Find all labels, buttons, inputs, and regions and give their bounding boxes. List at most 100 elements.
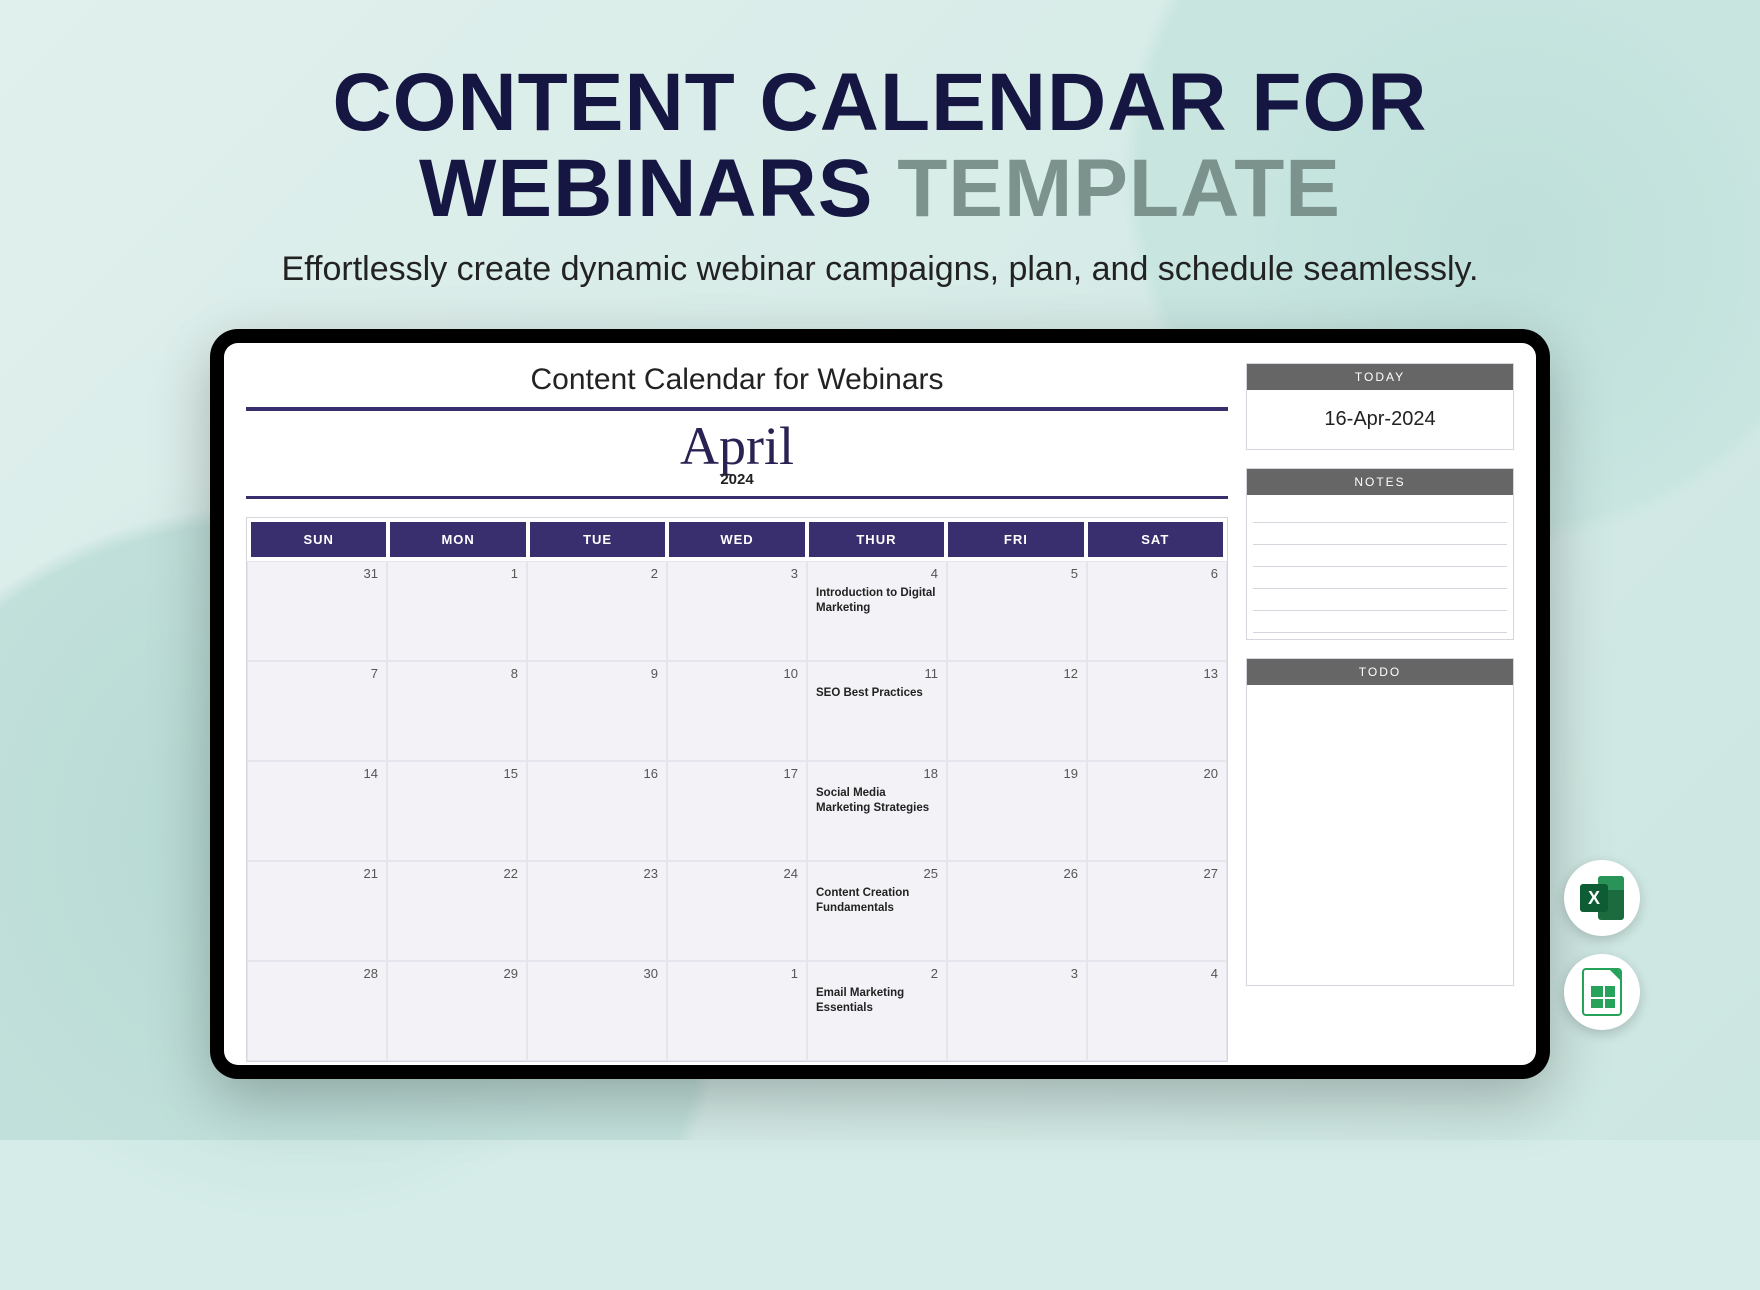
cell-event: Introduction to Digital Marketing [816, 586, 938, 615]
divider [246, 407, 1228, 411]
calendar-cell[interactable]: 5 [947, 561, 1087, 661]
calendar-cell[interactable]: 12 [947, 661, 1087, 761]
calendar-cell[interactable]: 14 [247, 761, 387, 861]
todo-panel: TODO [1246, 658, 1514, 986]
calendar-cell[interactable]: 2 [527, 561, 667, 661]
calendar-cell[interactable]: 23 [527, 861, 667, 961]
calendar-cell[interactable]: 2Email Marketing Essentials [807, 961, 947, 1061]
calendar-cell[interactable]: 1 [667, 961, 807, 1061]
cell-number: 6 [1211, 566, 1218, 581]
cell-number: 28 [364, 966, 378, 981]
cell-number: 9 [651, 666, 658, 681]
cell-number: 2 [651, 566, 658, 581]
divider [246, 496, 1228, 499]
cell-number: 3 [1071, 966, 1078, 981]
day-header: SUN [251, 522, 386, 557]
notes-label: NOTES [1247, 469, 1513, 495]
note-line [1253, 501, 1507, 523]
calendar-cell[interactable]: 7 [247, 661, 387, 761]
calendar-cell[interactable]: 25Content Creation Fundamentals [807, 861, 947, 961]
note-line [1253, 545, 1507, 567]
cell-number: 7 [371, 666, 378, 681]
calendar-cell[interactable]: 26 [947, 861, 1087, 961]
calendar-cell[interactable]: 11 SEO Best Practices [807, 661, 947, 761]
cell-number: 17 [784, 766, 798, 781]
calendar-cell[interactable]: 13 [1087, 661, 1227, 761]
calendar-cell[interactable]: 30 [527, 961, 667, 1061]
calendar-cell[interactable]: 20 [1087, 761, 1227, 861]
cell-number: 10 [784, 666, 798, 681]
calendar-cell[interactable]: 9 [527, 661, 667, 761]
calendar-cell[interactable]: 4 [1087, 961, 1227, 1061]
cell-number: 13 [1204, 666, 1218, 681]
note-line [1253, 611, 1507, 633]
today-value: 16-Apr-2024 [1247, 390, 1513, 449]
cell-number: 2 [931, 966, 938, 981]
cell-number: 29 [504, 966, 518, 981]
cell-number: 19 [1064, 766, 1078, 781]
calendar-cell[interactable]: 3 [947, 961, 1087, 1061]
calendar-year: 2024 [246, 471, 1228, 488]
calendar-main: Content Calendar for Webinars April 2024… [246, 363, 1228, 1045]
note-line [1253, 567, 1507, 589]
headline-line1: CONTENT CALENDAR FOR [332, 57, 1427, 148]
calendar-cell[interactable]: 28 [247, 961, 387, 1061]
cell-number: 16 [644, 766, 658, 781]
cell-number: 4 [1211, 966, 1218, 981]
calendar-week: 14 15 16 17 18Social Media Marketing Strateg… [247, 761, 1227, 861]
calendar-cell[interactable]: 3 [667, 561, 807, 661]
calendar-cell[interactable]: 17 [667, 761, 807, 861]
format-badges: X [1564, 860, 1640, 1030]
excel-icon: X [1580, 876, 1624, 920]
calendar-cell[interactable]: 18Social Media Marketing Strategies [807, 761, 947, 861]
day-header: TUE [530, 522, 665, 557]
calendar-cell[interactable]: 22 [387, 861, 527, 961]
cell-number: 5 [1071, 566, 1078, 581]
cell-number: 31 [364, 566, 378, 581]
calendar-title: Content Calendar for Webinars [246, 363, 1228, 397]
excel-badge[interactable]: X [1564, 860, 1640, 936]
cell-event: SEO Best Practices [816, 686, 938, 700]
notes-panel: NOTES [1246, 468, 1514, 640]
calendar-cell[interactable]: 1 [387, 561, 527, 661]
todo-label: TODO [1247, 659, 1513, 685]
calendar-cell[interactable]: 21 [247, 861, 387, 961]
calendar-cell[interactable]: 19 [947, 761, 1087, 861]
notes-body[interactable] [1247, 495, 1513, 639]
day-header-row: SUN MON TUE WED THUR FRI SAT [247, 518, 1227, 561]
cell-number: 15 [504, 766, 518, 781]
day-header: FRI [948, 522, 1083, 557]
google-sheets-badge[interactable] [1564, 954, 1640, 1030]
cell-number: 21 [364, 866, 378, 881]
calendar-cell[interactable]: 4Introduction to Digital Marketing [807, 561, 947, 661]
cell-number: 18 [924, 766, 938, 781]
calendar-cell[interactable]: 10 [667, 661, 807, 761]
calendar-cell[interactable]: 29 [387, 961, 527, 1061]
note-line [1253, 523, 1507, 545]
todo-body[interactable] [1247, 685, 1513, 985]
cell-number: 12 [1064, 666, 1078, 681]
calendar-cell[interactable]: 31 [247, 561, 387, 661]
page-headline: CONTENT CALENDAR FOR WEBINARS TEMPLATE [332, 60, 1427, 232]
calendar-cell[interactable]: 24 [667, 861, 807, 961]
calendar-week: 31 1 234Introduction to Digital Marketing 5… [247, 561, 1227, 661]
today-panel: TODAY 16-Apr-2024 [1246, 363, 1514, 450]
day-header: THUR [809, 522, 944, 557]
cell-number: 1 [511, 566, 518, 581]
calendar-grid: SUN MON TUE WED THUR FRI SAT 311234Intro… [246, 517, 1228, 1062]
cell-number: 1 [791, 966, 798, 981]
today-label: TODAY [1247, 364, 1513, 390]
calendar-cell[interactable]: 16 [527, 761, 667, 861]
note-line [1253, 589, 1507, 611]
cell-number: 11 [925, 666, 939, 681]
calendar-cell[interactable]: 27 [1087, 861, 1227, 961]
cell-number: 22 [504, 866, 518, 881]
calendar-cell[interactable]: 15 [387, 761, 527, 861]
calendar-week: 2122232425Content Creation Fundamentals2… [247, 861, 1227, 961]
calendar-week: 28 29 30 1 2Email Marketing Essentials 3 4 [247, 961, 1227, 1061]
cell-number: 20 [1204, 766, 1218, 781]
tablet-screen: Content Calendar for Webinars April 2024… [224, 343, 1536, 1065]
calendar-cell[interactable]: 8 [387, 661, 527, 761]
calendar-cell[interactable]: 6 [1087, 561, 1227, 661]
google-sheets-icon [1582, 968, 1622, 1016]
